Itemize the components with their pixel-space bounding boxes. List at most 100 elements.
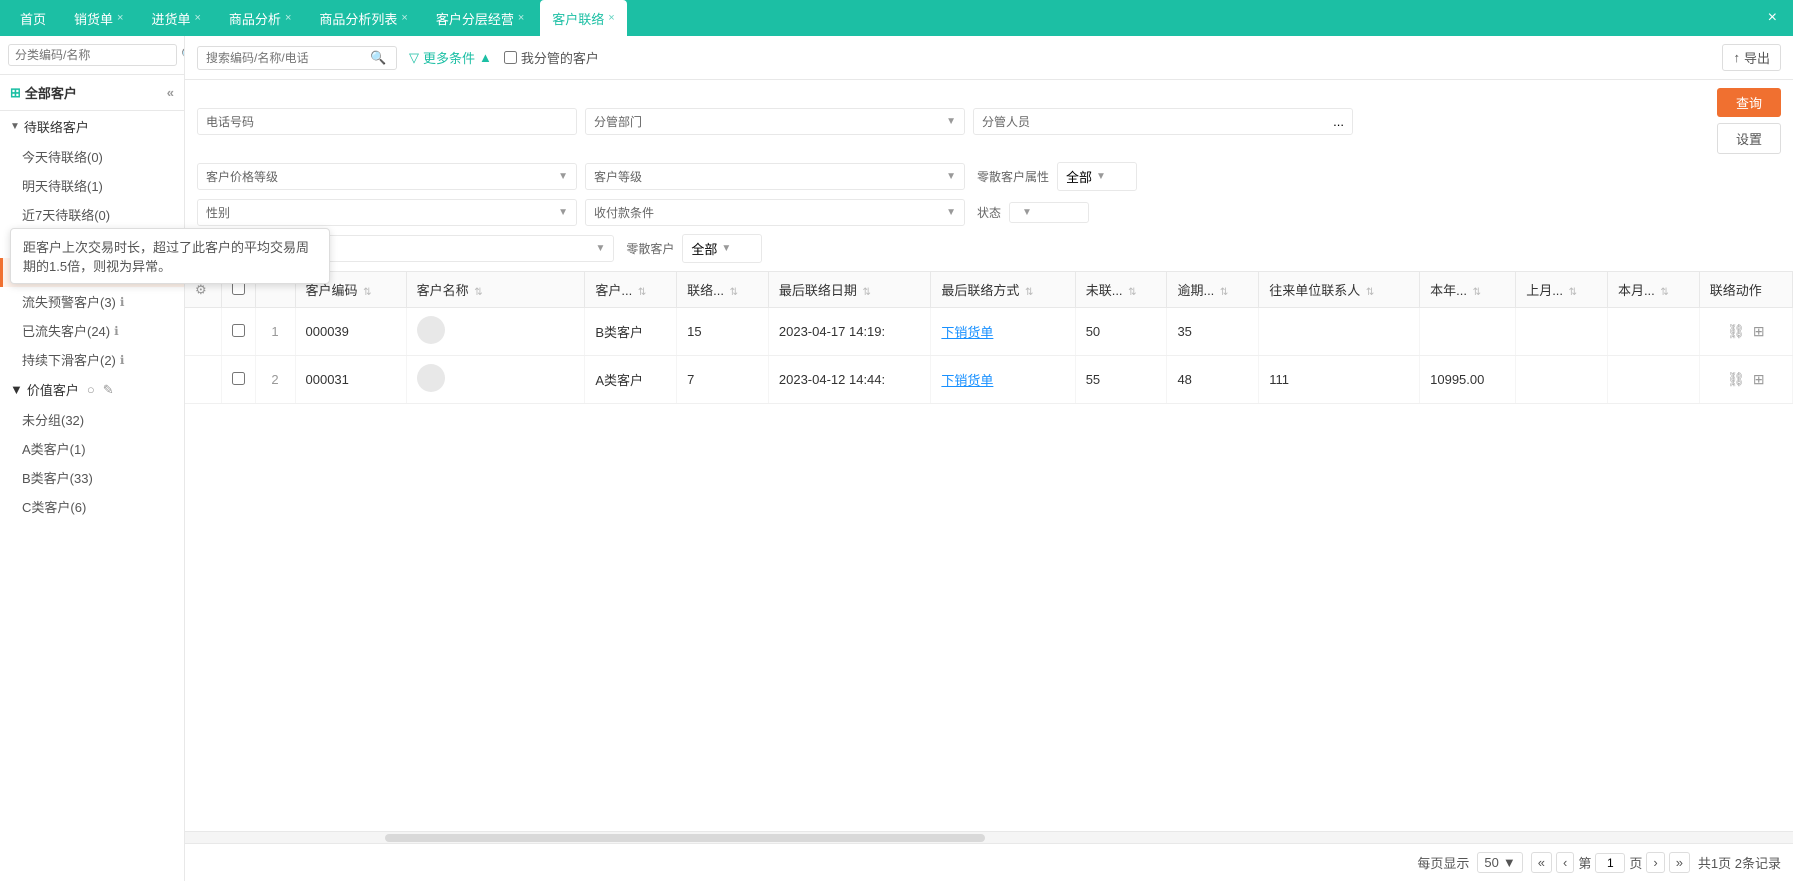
row1-pending: 50 — [1075, 308, 1167, 356]
first-page-btn[interactable]: « — [1531, 852, 1552, 873]
row1-contact: 15 — [677, 308, 769, 356]
sidebar-item-today[interactable]: 今天待联络(0) — [0, 142, 184, 171]
row1-grid-icon[interactable]: ⊞ — [1753, 323, 1765, 340]
prev-page-btn[interactable]: ‹ — [1556, 852, 1574, 873]
person-input[interactable] — [1034, 114, 1329, 128]
sidebar-item-c-class[interactable]: C类客户(6) — [0, 492, 184, 521]
row2-name — [406, 356, 585, 404]
sidebar-item-loss-warning[interactable]: 流失预警客户(3) ℹ — [0, 287, 184, 316]
nav-close-customer-contact[interactable]: × — [608, 12, 614, 24]
value-section-settings-icon[interactable]: ✎ — [103, 382, 114, 398]
col-this-month[interactable]: 本月... ⇅ — [1607, 272, 1699, 308]
next-page-btn[interactable]: › — [1646, 852, 1664, 873]
filter-person: 分管人员 ... — [973, 108, 1353, 135]
sidebar-item-tomorrow[interactable]: 明天待联络(1) — [0, 171, 184, 200]
col-name[interactable]: 客户名称 ⇅ — [406, 272, 585, 308]
nav-item-purchase[interactable]: 进货单 × — [139, 0, 212, 36]
row2-overdue: 48 — [1167, 356, 1259, 404]
row2-link-icon[interactable]: ⛓ — [1727, 371, 1745, 388]
sort-method-icon: ⇅ — [1025, 287, 1033, 298]
filter-search-input[interactable] — [206, 51, 366, 65]
sidebar-item-declining[interactable]: 持续下滑客户(2) ℹ — [0, 345, 184, 374]
nav-item-customer-contact[interactable]: 客户联络 × — [540, 0, 626, 36]
row1-this-month — [1607, 308, 1699, 356]
row2-contact: 7 — [677, 356, 769, 404]
col-type[interactable]: 客户... ⇅ — [585, 272, 677, 308]
filter-payment[interactable]: 收付款条件 ▼ — [585, 199, 965, 226]
col-company-contact[interactable]: 往来单位联系人 ⇅ — [1259, 272, 1420, 308]
export-button[interactable]: ↑ 导出 — [1722, 44, 1781, 71]
tooltip-box: 距客户上次交易时长，超过了此客户的平均交易周期的1.5倍，则视为异常。 — [10, 228, 185, 284]
filter-status[interactable]: ▼ — [1009, 202, 1089, 223]
current-page-input[interactable] — [1595, 853, 1625, 873]
sort-pending-icon: ⇅ — [1128, 287, 1136, 298]
horizontal-scroll-track[interactable] — [185, 831, 1793, 843]
sidebar-item-a-class[interactable]: A类客户(1) — [0, 434, 184, 463]
col-last-date[interactable]: 最后联络日期 ⇅ — [768, 272, 931, 308]
filter-search-icon[interactable]: 🔍 — [370, 50, 386, 66]
settings-button[interactable]: 设置 — [1717, 123, 1781, 154]
phone-input[interactable] — [258, 114, 568, 128]
query-button[interactable]: 查询 — [1717, 88, 1781, 117]
filter-price-level[interactable]: 客户价格等级 ▼ — [197, 163, 577, 190]
sidebar-item-b-class[interactable]: B类客户(33) — [0, 463, 184, 492]
row1-last-method[interactable]: 下销货单 — [931, 308, 1075, 356]
more-conditions-btn[interactable]: ▽ 更多条件 ▲ — [409, 48, 492, 67]
nav-close-purchase[interactable]: × — [194, 12, 200, 24]
sort-year-icon: ⇅ — [1473, 287, 1481, 298]
nav-item-sales[interactable]: 销货单 × — [62, 0, 135, 36]
table-row: 1 000039 B类客户 15 2023-04-17 14:19: 下销货单 … — [185, 308, 1793, 356]
col-this-year[interactable]: 本年... ⇅ — [1420, 272, 1516, 308]
grid-icon: ⊞ — [10, 85, 21, 101]
sidebar-search-input[interactable] — [8, 44, 177, 66]
last-page-btn[interactable]: » — [1669, 852, 1690, 873]
col-overdue[interactable]: 逾期... ⇅ — [1167, 272, 1259, 308]
nav-item-product-list[interactable]: 商品分析列表 × — [307, 0, 419, 36]
col-contact[interactable]: 联络... ⇅ — [677, 272, 769, 308]
row1-last-date: 2023-04-17 14:19: — [768, 308, 931, 356]
row1-action: ⛓ ⊞ — [1699, 308, 1792, 356]
row1-this-year — [1420, 308, 1516, 356]
filter-search-box: 🔍 — [197, 46, 397, 70]
horizontal-scroll-thumb[interactable] — [385, 834, 985, 842]
filter-customer-level[interactable]: 客户等级 ▼ — [585, 163, 965, 190]
filter-retail-customer[interactable]: 全部 ▼ — [682, 234, 762, 263]
value-section-label: 价值客户 — [27, 380, 79, 399]
page-size-select[interactable]: 50 ▼ — [1477, 852, 1522, 873]
sidebar-collapse-icon[interactable]: « — [167, 85, 174, 100]
filter-retail-attr[interactable]: 全部 ▼ — [1057, 162, 1137, 191]
nav-item-home[interactable]: 首页 — [8, 0, 58, 36]
sort-thismonth-icon: ⇅ — [1660, 287, 1668, 298]
nav-close-customer-layer[interactable]: × — [518, 12, 524, 24]
sidebar-section-title-pending[interactable]: ▼ 待联络客户 — [0, 111, 184, 142]
value-section-edit-icon[interactable]: ○ — [87, 382, 95, 397]
data-table: ⚙ 客户编码 ⇅ 客户名称 ⇅ — [185, 272, 1793, 404]
col-pending[interactable]: 未联... ⇅ — [1075, 272, 1167, 308]
sidebar-item-7days[interactable]: 近7天待联络(0) — [0, 200, 184, 229]
nav-close-product-list[interactable]: × — [401, 12, 407, 24]
my-customer-checkbox[interactable]: 我分管的客户 — [504, 48, 599, 67]
row2-grid-icon[interactable]: ⊞ — [1753, 371, 1765, 388]
col-last-method[interactable]: 最后联络方式 ⇅ — [931, 272, 1075, 308]
row2-last-month — [1516, 356, 1608, 404]
my-customer-check[interactable] — [504, 51, 517, 64]
person-more-icon[interactable]: ... — [1333, 114, 1344, 129]
sidebar-item-lost[interactable]: 已流失客户(24) ℹ — [0, 316, 184, 345]
filter-gender[interactable]: 性别 ▼ — [197, 199, 577, 226]
nav-item-customer-layer[interactable]: 客户分层经营 × — [424, 0, 536, 36]
row2-check[interactable] — [232, 372, 245, 385]
nav-item-product-analysis[interactable]: 商品分析 × — [217, 0, 303, 36]
filter-dept[interactable]: 分管部门 ▼ — [585, 108, 965, 135]
row2-last-method[interactable]: 下销货单 — [931, 356, 1075, 404]
window-close-button[interactable]: × — [1760, 9, 1785, 27]
sidebar-value-section[interactable]: ▼ 价值客户 ○ ✎ — [0, 374, 184, 405]
row2-code: 000031 — [295, 356, 406, 404]
row1-overdue: 35 — [1167, 308, 1259, 356]
row1-link-icon[interactable]: ⛓ — [1727, 323, 1745, 340]
row2-last-date: 2023-04-12 14:44: — [768, 356, 931, 404]
sidebar-item-ungrouped[interactable]: 未分组(32) — [0, 405, 184, 434]
col-last-month[interactable]: 上月... ⇅ — [1516, 272, 1608, 308]
nav-close-sales[interactable]: × — [117, 12, 123, 24]
row1-check[interactable] — [232, 324, 245, 337]
nav-close-product-analysis[interactable]: × — [285, 12, 291, 24]
